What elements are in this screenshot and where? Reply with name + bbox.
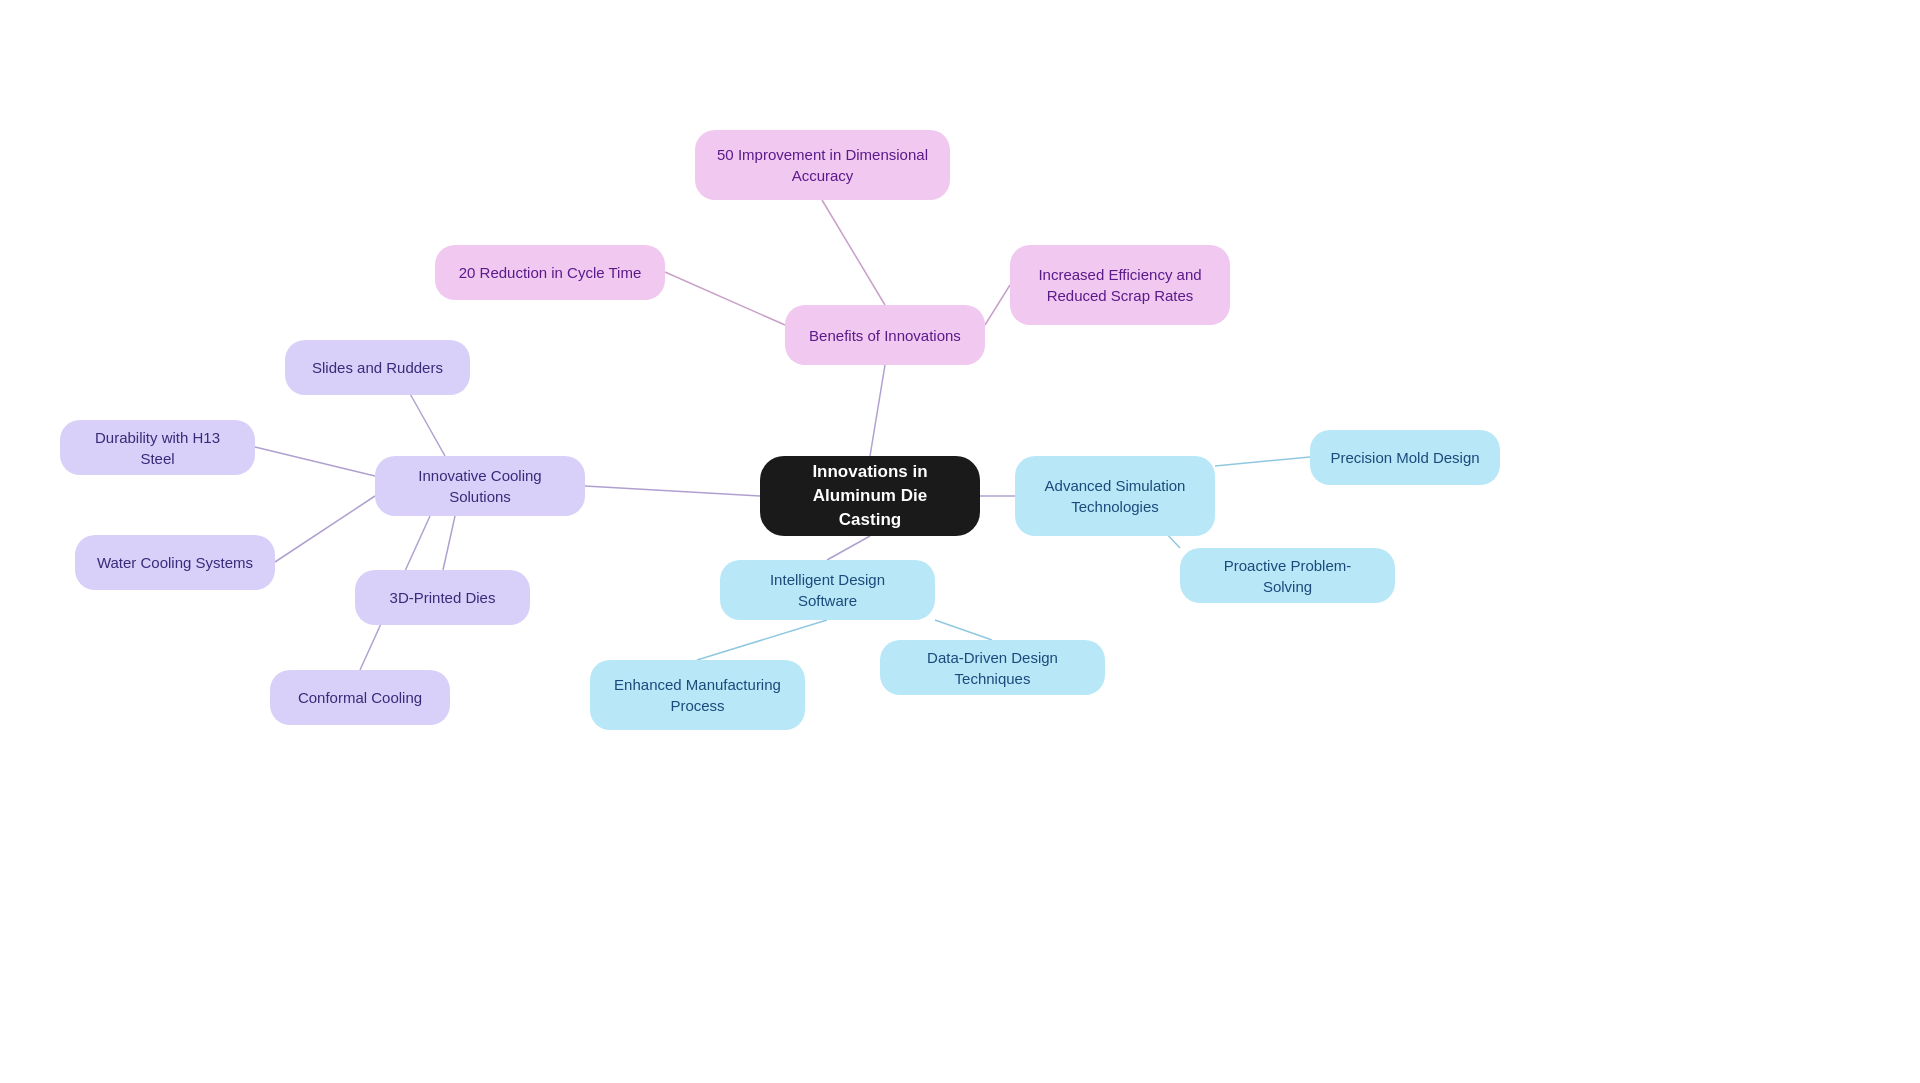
printed-dies-node: 3D-Printed Dies — [355, 570, 530, 625]
svg-line-6 — [255, 447, 375, 476]
innovative-cooling-node: Innovative Cooling Solutions — [375, 456, 585, 516]
svg-line-15 — [935, 620, 992, 640]
water-cooling-node: Water Cooling Systems — [75, 535, 275, 590]
proactive-problem-node: Proactive Problem-Solving — [1180, 548, 1395, 603]
svg-line-11 — [1215, 457, 1310, 466]
advanced-simulation-node: Advanced Simulation Technologies — [1015, 456, 1215, 536]
conformal-cooling-node: Conformal Cooling — [270, 670, 450, 725]
dimensional-accuracy-node: 50 Improvement in Dimensional Accuracy — [695, 130, 950, 200]
center-node: Innovations in Aluminum Die Casting — [760, 456, 980, 536]
efficiency-node: Increased Efficiency and Reduced Scrap R… — [1010, 245, 1230, 325]
enhanced-manufacturing-node: Enhanced Manufacturing Process — [590, 660, 805, 730]
svg-line-7 — [275, 496, 375, 562]
svg-line-13 — [827, 536, 870, 560]
svg-line-1 — [822, 200, 885, 305]
intelligent-design-node: Intelligent Design Software — [720, 560, 935, 620]
svg-line-0 — [870, 365, 885, 456]
cycle-time-node: 20 Reduction in Cycle Time — [435, 245, 665, 300]
data-driven-node: Data-Driven Design Techniques — [880, 640, 1105, 695]
precision-mold-node: Precision Mold Design — [1310, 430, 1500, 485]
durability-node: Durability with H13 Steel — [60, 420, 255, 475]
svg-line-4 — [585, 486, 760, 496]
svg-line-2 — [665, 272, 785, 325]
slides-rudders-node: Slides and Rudders — [285, 340, 470, 395]
svg-line-14 — [697, 620, 827, 660]
svg-line-8 — [443, 516, 455, 570]
benefits-node: Benefits of Innovations — [785, 305, 985, 365]
svg-line-3 — [985, 285, 1010, 325]
